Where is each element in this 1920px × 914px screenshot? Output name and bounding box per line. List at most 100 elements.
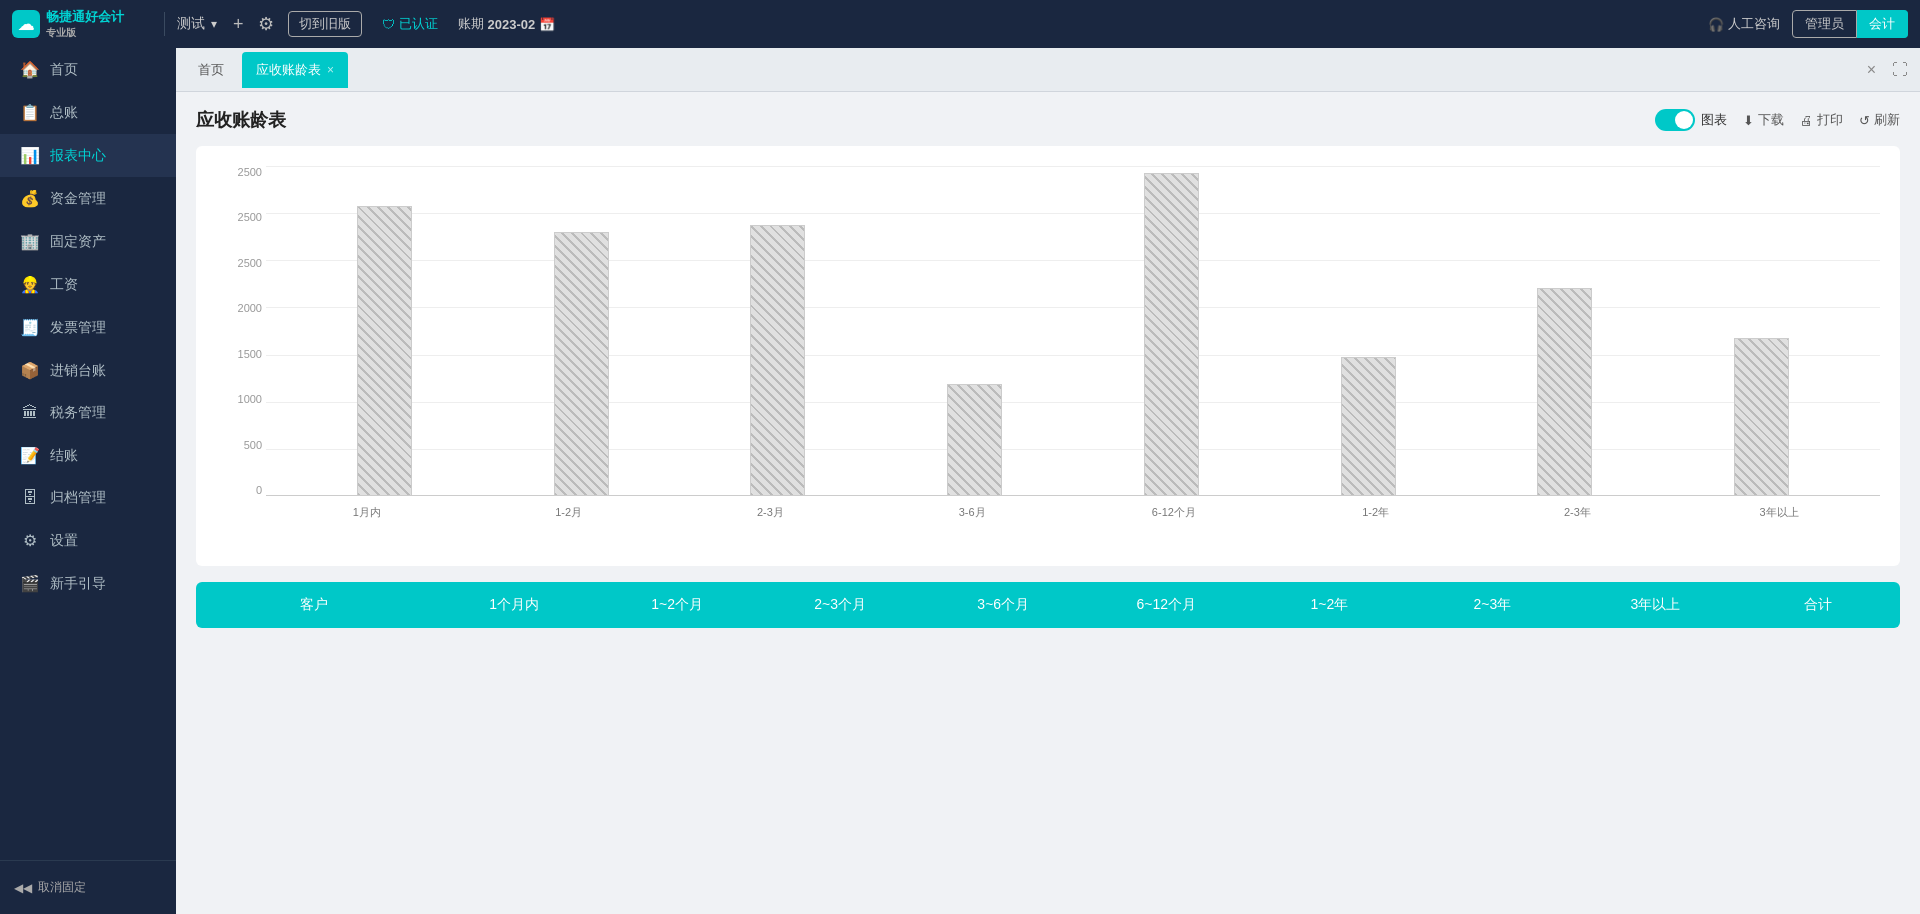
logo: ☁ 畅捷通好会计 专业版 [12, 8, 152, 40]
page-title: 应收账龄表 [196, 108, 286, 132]
main-layout: 🏠 首页 📋 总账 📊 报表中心 💰 资金管理 🏢 固定资产 👷 工资 [0, 48, 1920, 914]
table-header-23m: 2~3个月 [759, 582, 922, 628]
assets-icon: 🏢 [20, 232, 40, 251]
sidebar-item-label: 报表中心 [50, 147, 106, 165]
manager-button[interactable]: 管理员 [1792, 10, 1857, 38]
sidebar-item-guide[interactable]: 🎬 新手引导 [0, 562, 176, 605]
chart-container: 2500 2500 2500 2000 1500 1000 500 0 [216, 166, 1880, 526]
certified-badge: 🛡 已认证 [382, 15, 438, 33]
close-window-button[interactable]: × [1863, 57, 1880, 83]
ledger-icon: 📋 [20, 103, 40, 122]
bar-group-23y [1467, 166, 1664, 496]
consult-button[interactable]: 🎧 人工咨询 [1708, 15, 1780, 33]
x-label-1m: 1月内 [266, 505, 468, 520]
table-header-3plus: 3年以上 [1574, 582, 1737, 628]
bar-12m [554, 232, 609, 496]
expand-window-button[interactable]: ⛶ [1888, 57, 1912, 83]
capital-icon: 💰 [20, 189, 40, 208]
chevron-down-icon: ▾ [211, 17, 217, 31]
y-label-500: 500 [244, 439, 262, 451]
sidebar-item-assets[interactable]: 🏢 固定资产 [0, 220, 176, 263]
table-header-total: 合计 [1737, 582, 1900, 628]
table-header-row: 客户 1个月内 1~2个月 2~3个月 3~6个月 6~12个月 1~2年 2~… [196, 582, 1900, 628]
sidebar-item-label: 进销台账 [50, 362, 106, 380]
chart-toggle[interactable]: 图表 [1655, 109, 1727, 131]
refresh-button[interactable]: ↺ 刷新 [1859, 111, 1900, 129]
sidebar-item-inventory[interactable]: 📦 进销台账 [0, 349, 176, 392]
logo-name: 畅捷通好会计 [46, 8, 124, 26]
settings-icon: ⚙ [20, 531, 40, 550]
reports-icon: 📊 [20, 146, 40, 165]
add-button[interactable]: + [233, 14, 244, 35]
sidebar-item-label: 结账 [50, 447, 78, 465]
sidebar-item-label: 资金管理 [50, 190, 106, 208]
sidebar-item-label: 归档管理 [50, 489, 106, 507]
y-label-2500-3: 2500 [238, 257, 262, 269]
cancel-fixed-button[interactable]: ◀◀ 取消固定 [0, 871, 176, 904]
sidebar-item-ledger[interactable]: 📋 总账 [0, 91, 176, 134]
sidebar-item-label: 工资 [50, 276, 78, 294]
bar-group-3plus [1663, 166, 1860, 496]
sidebar-bottom: ◀◀ 取消固定 [0, 860, 176, 914]
x-label-23m: 2-3月 [670, 505, 872, 520]
sidebar-item-capital[interactable]: 💰 资金管理 [0, 177, 176, 220]
sidebar-item-label: 总账 [50, 104, 78, 122]
accountant-button[interactable]: 会计 [1857, 10, 1908, 38]
sidebar-item-label: 税务管理 [50, 404, 106, 422]
table-header-36m: 3~6个月 [922, 582, 1085, 628]
download-button[interactable]: ⬇ 下载 [1743, 111, 1784, 129]
y-label-2000: 2000 [238, 302, 262, 314]
calendar-icon[interactable]: 📅 [539, 17, 555, 32]
inventory-icon: 📦 [20, 361, 40, 380]
chart-section: 2500 2500 2500 2000 1500 1000 500 0 [196, 146, 1900, 566]
bar-23y [1537, 288, 1592, 496]
sidebar: 🏠 首页 📋 总账 📊 报表中心 💰 资金管理 🏢 固定资产 👷 工资 [0, 48, 176, 914]
table-header-23y: 2~3年 [1411, 582, 1574, 628]
sidebar-item-closing[interactable]: 📝 结账 [0, 434, 176, 477]
bar-group-36m [876, 166, 1073, 496]
bar-23m [750, 225, 805, 496]
sidebar-item-reports[interactable]: 📊 报表中心 [0, 134, 176, 177]
topbar: ☁ 畅捷通好会计 专业版 测试 ▾ + ⚙ 切到旧版 🛡 已认证 账期 2023… [0, 0, 1920, 48]
x-label-12m: 1-2月 [468, 505, 670, 520]
table-header-612m: 6~12个月 [1085, 582, 1248, 628]
sidebar-item-label: 发票管理 [50, 319, 106, 337]
logo-icon: ☁ [12, 10, 40, 38]
print-button[interactable]: 🖨 打印 [1800, 111, 1843, 129]
sidebar-item-label: 首页 [50, 61, 78, 79]
topbar-actions: + ⚙ 切到旧版 [233, 11, 362, 37]
x-label-612m: 6-12个月 [1073, 505, 1275, 520]
topbar-divider [164, 12, 165, 36]
tab-home[interactable]: 首页 [184, 52, 238, 88]
tab-accounts-receivable-aging[interactable]: 应收账龄表 × [242, 52, 348, 88]
project-selector[interactable]: 测试 ▾ [177, 15, 217, 33]
toggle-switch[interactable] [1655, 109, 1695, 131]
sidebar-item-settings[interactable]: ⚙ 设置 [0, 519, 176, 562]
table-header-12m: 1~2个月 [596, 582, 759, 628]
sidebar-item-invoice[interactable]: 🧾 发票管理 [0, 306, 176, 349]
y-label-2500-2: 2500 [238, 211, 262, 223]
bar-12y [1341, 357, 1396, 496]
table-header-1m: 1个月内 [433, 582, 596, 628]
topbar-right: 🎧 人工咨询 管理员 会计 [1708, 10, 1908, 38]
x-label-36m: 3-6月 [871, 505, 1073, 520]
tab-close-icon[interactable]: × [327, 63, 334, 77]
tab-bar: 首页 应收账龄表 × × ⛶ [176, 48, 1920, 92]
settings-button[interactable]: ⚙ [258, 13, 274, 35]
switch-version-button[interactable]: 切到旧版 [288, 11, 362, 37]
bar-1m [357, 206, 412, 496]
sidebar-item-tax[interactable]: 🏛 税务管理 [0, 392, 176, 434]
sidebar-item-home[interactable]: 🏠 首页 [0, 48, 176, 91]
bar-group-12m [483, 166, 680, 496]
page-header: 应收账龄表 图表 ⬇ 下载 🖨 打印 ↺ [196, 108, 1900, 132]
period-info: 账期 2023-02 📅 [458, 15, 556, 33]
y-label-0: 0 [256, 484, 262, 496]
sidebar-item-payroll[interactable]: 👷 工资 [0, 263, 176, 306]
closing-icon: 📝 [20, 446, 40, 465]
headset-icon: 🎧 [1708, 17, 1724, 32]
bar-group-612m [1073, 166, 1270, 496]
x-label-23y: 2-3年 [1477, 505, 1679, 520]
pin-icon: ◀◀ [14, 881, 32, 895]
bar-group-1m [286, 166, 483, 496]
sidebar-item-archive[interactable]: 🗄 归档管理 [0, 477, 176, 519]
